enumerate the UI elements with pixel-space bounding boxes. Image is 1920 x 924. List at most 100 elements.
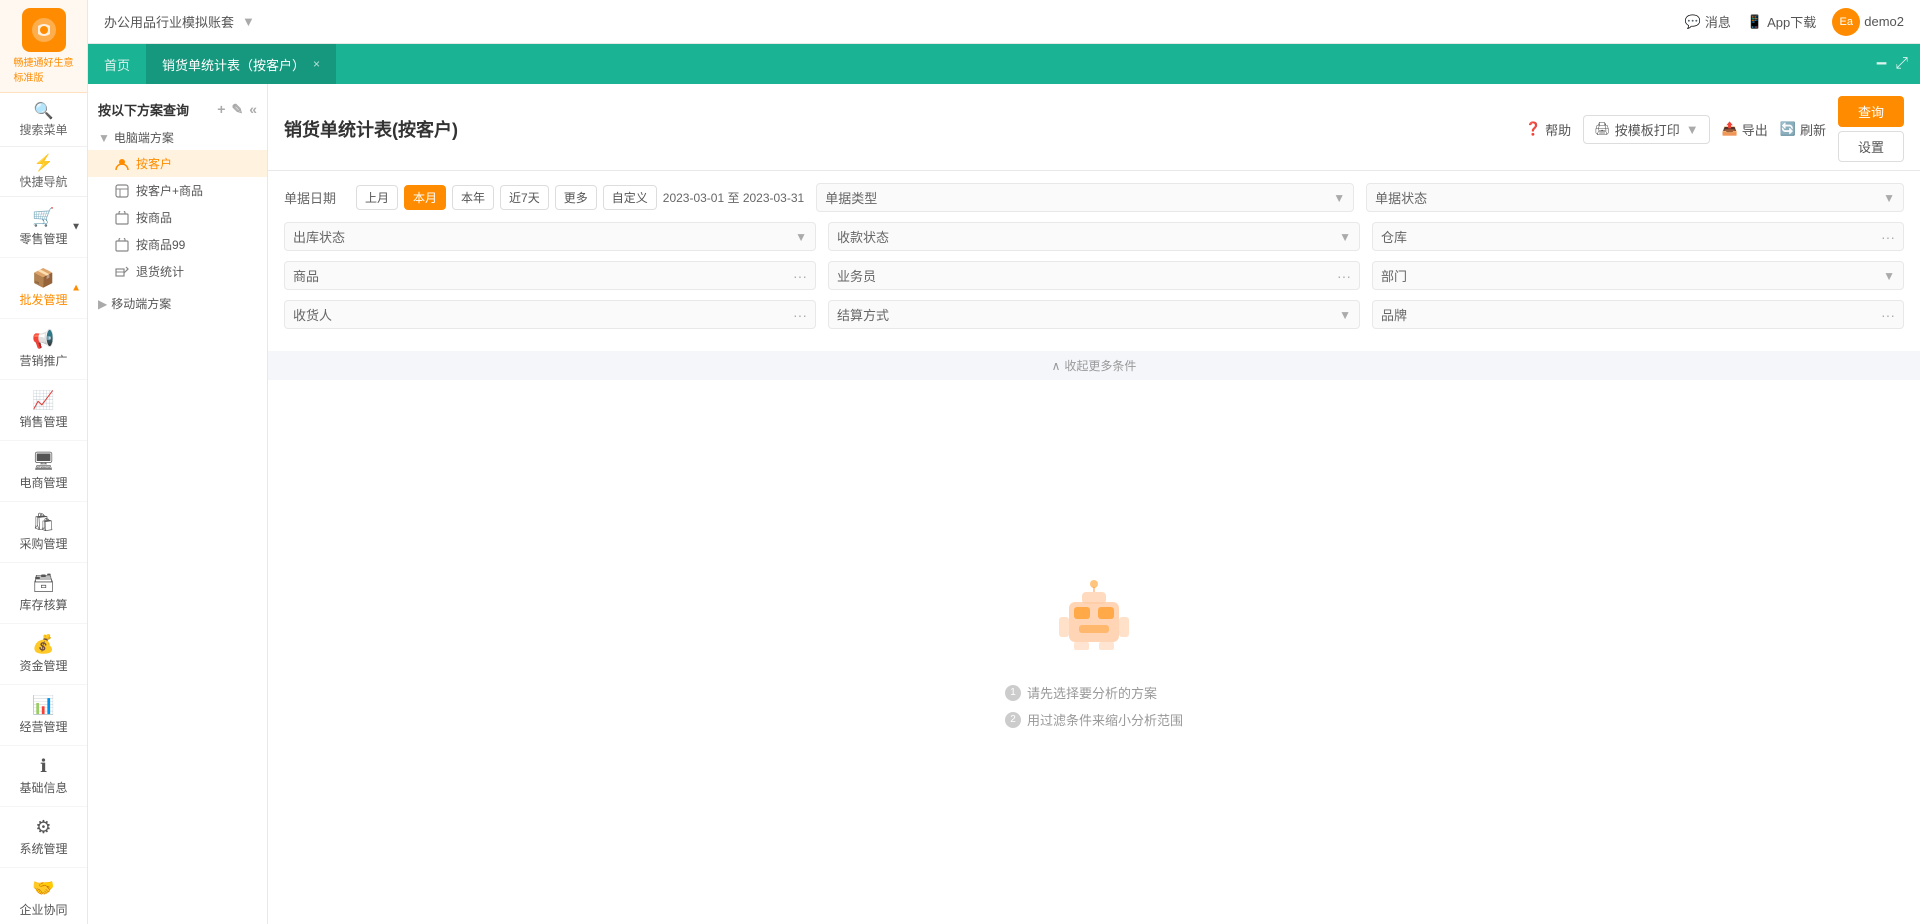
- tip2-num: 2: [1005, 712, 1021, 728]
- add-scheme-btn[interactable]: +: [217, 101, 225, 118]
- returns-icon: [114, 264, 130, 280]
- sidebar-item-quicknav[interactable]: ⚡ 快捷导航: [0, 147, 87, 197]
- scheme-item-goods[interactable]: 按商品: [88, 204, 267, 231]
- sidebar-item-operations[interactable]: 📊 经营管理: [0, 685, 87, 746]
- out-status-arrow: ▼: [795, 230, 807, 244]
- collab-icon: 🤝: [32, 878, 54, 899]
- system-icon: ⚙: [35, 817, 51, 838]
- sales-icon: 📈: [32, 390, 54, 411]
- help-icon: ❓: [1525, 121, 1541, 137]
- warehouse-field[interactable]: 仓库 ···: [1372, 222, 1904, 251]
- page-title: 销货单统计表(按客户): [284, 116, 458, 142]
- out-status-field[interactable]: 出库状态 ▼: [284, 222, 816, 251]
- salesperson-label: 业务员: [837, 266, 1337, 285]
- collapse-bar[interactable]: ∧ 收起更多条件: [268, 351, 1920, 380]
- date-btn-custom[interactable]: 自定义: [603, 185, 657, 210]
- breadcrumb-arrow: ▼: [242, 14, 255, 29]
- scheme-panel-header: 按以下方案查询 + ✎ «: [88, 94, 267, 125]
- date-btn-7days[interactable]: 近7天: [500, 185, 549, 210]
- user-menu[interactable]: Ea demo2: [1832, 8, 1904, 36]
- tip1-num: 1: [1005, 685, 1021, 701]
- print-btn[interactable]: 🖨 按模板打印 ▼: [1583, 115, 1709, 144]
- message-btn[interactable]: 💬 消息: [1685, 12, 1731, 31]
- sidebar-item-search[interactable]: 🔍 搜索菜单: [0, 93, 87, 147]
- export-btn[interactable]: 📤 导出: [1722, 120, 1768, 139]
- mobile-group-title[interactable]: ▶ 移动端方案: [88, 291, 267, 316]
- mobile-scheme-group: ▶ 移动端方案: [88, 291, 267, 316]
- tab-bar: 首页 销货单统计表（按客户） × 🗕 ⤢: [88, 44, 1920, 84]
- receiver-dots[interactable]: ···: [793, 307, 807, 323]
- sidebar-item-collab[interactable]: 🤝 企业协同: [0, 868, 87, 924]
- doc-type-field[interactable]: 单据类型 ▼: [816, 183, 1354, 212]
- scheme-item-returns[interactable]: 退货统计: [88, 258, 267, 285]
- date-btn-last-month[interactable]: 上月: [356, 185, 398, 210]
- purchase-icon: 🛍: [32, 512, 55, 533]
- scheme-panel: 按以下方案查询 + ✎ « ▼ 电脑端方案 按客户: [88, 84, 268, 924]
- status-filter-group: 出库状态 ▼ 收款状态 ▼ 仓库 ···: [284, 222, 1904, 251]
- tab-minimize-btn[interactable]: 🗕: [1876, 51, 1887, 78]
- sidebar-item-sales[interactable]: 📈 销售管理: [0, 380, 87, 441]
- extra-filter-group: 收货人 ··· 结算方式 ▼ 品牌 ···: [284, 300, 1904, 329]
- doctype-filter-group: 单据类型 ▼ 单据状态 ▼: [816, 183, 1904, 212]
- brand-field[interactable]: 品牌 ···: [1372, 300, 1904, 329]
- tab-home[interactable]: 首页: [88, 44, 146, 84]
- empty-tips: 1 请先选择要分析的方案 2 用过滤条件来缩小分析范围: [1005, 683, 1183, 737]
- salesperson-field[interactable]: 业务员 ···: [828, 261, 1360, 290]
- receipt-status-arrow: ▼: [1339, 230, 1351, 244]
- goods-field[interactable]: 商品 ···: [284, 261, 816, 290]
- top-header: 办公用品行业模拟账套 ▼ 💬 消息 📱 App下载 Ea demo2: [88, 0, 1920, 44]
- receipt-status-field[interactable]: 收款状态 ▼: [828, 222, 1360, 251]
- refresh-btn[interactable]: 🔄 刷新: [1780, 120, 1826, 139]
- active-tab-label: 销货单统计表（按客户）: [162, 55, 305, 74]
- collapse-panel-btn[interactable]: «: [249, 101, 257, 118]
- dept-field[interactable]: 部门 ▼: [1372, 261, 1904, 290]
- app-download-btn[interactable]: 📱 App下载: [1747, 12, 1816, 31]
- scheme-item-customer[interactable]: 按客户: [88, 150, 267, 177]
- sidebar-item-purchase[interactable]: 🛍 采购管理: [0, 502, 87, 563]
- tip2-text: 用过滤条件来缩小分析范围: [1027, 710, 1183, 729]
- goods-dots[interactable]: ···: [793, 268, 807, 284]
- filter-section: 单据日期 上月 本月 本年 近7天 更多 自定义 2023-03-01 至 20…: [268, 171, 1920, 351]
- filter-row-1: 单据日期 上月 本月 本年 近7天 更多 自定义 2023-03-01 至 20…: [284, 183, 1904, 212]
- retail-arrow: ▼: [71, 222, 81, 233]
- date-range-text: 2023-03-01 至 2023-03-31: [663, 189, 804, 206]
- sidebar-item-retail[interactable]: 🛒 零售管理 ▼: [0, 197, 87, 258]
- tab-active[interactable]: 销货单统计表（按客户） ×: [146, 44, 336, 84]
- sidebar-item-ecommerce[interactable]: 🖥 电商管理: [0, 441, 87, 502]
- date-btn-more[interactable]: 更多: [555, 185, 597, 210]
- operations-icon: 📊: [32, 695, 54, 716]
- scheme-item-goods99[interactable]: 按商品99: [88, 231, 267, 258]
- goods99-icon: [114, 237, 130, 253]
- scheme-panel-actions: + ✎ «: [217, 101, 257, 118]
- date-btn-this-month[interactable]: 本月: [404, 185, 446, 210]
- sidebar-item-marketing[interactable]: 📢 营销推广: [0, 319, 87, 380]
- collapse-label: 收起更多条件: [1064, 357, 1136, 374]
- scheme-item-customer-goods[interactable]: 按客户+商品: [88, 177, 267, 204]
- help-btn[interactable]: ❓ 帮助: [1525, 120, 1571, 139]
- warehouse-dots[interactable]: ···: [1881, 229, 1895, 245]
- sidebar-item-basics[interactable]: ℹ 基础信息: [0, 746, 87, 807]
- receiver-field[interactable]: 收货人 ···: [284, 300, 816, 329]
- tab-maximize-btn[interactable]: ⤢: [1895, 55, 1908, 73]
- brand-dots[interactable]: ···: [1881, 307, 1895, 323]
- desktop-group-title[interactable]: ▼ 电脑端方案: [88, 125, 267, 150]
- sidebar-item-finance[interactable]: 💰 资金管理: [0, 624, 87, 685]
- doc-status-field[interactable]: 单据状态 ▼: [1366, 183, 1904, 212]
- tab-close-btn[interactable]: ×: [313, 57, 320, 71]
- refresh-icon: 🔄: [1780, 121, 1796, 137]
- payment-field[interactable]: 结算方式 ▼: [828, 300, 1360, 329]
- header-actions: 💬 消息 📱 App下载 Ea demo2: [1685, 8, 1904, 36]
- doc-status-arrow: ▼: [1883, 191, 1895, 205]
- date-btn-this-year[interactable]: 本年: [452, 185, 494, 210]
- salesperson-dots[interactable]: ···: [1337, 268, 1351, 284]
- sidebar-item-wholesale[interactable]: 📦 批发管理 ▲: [0, 258, 87, 319]
- export-icon: 📤: [1722, 121, 1738, 137]
- settings-button[interactable]: 设置: [1838, 131, 1904, 162]
- query-button[interactable]: 查询: [1838, 96, 1904, 127]
- sidebar-item-system[interactable]: ⚙ 系统管理: [0, 807, 87, 868]
- sidebar-item-inventory[interactable]: 🗃 库存核算: [0, 563, 87, 624]
- brand-label: 品牌: [1381, 305, 1881, 324]
- dept-arrow: ▼: [1883, 269, 1895, 283]
- edit-scheme-btn[interactable]: ✎: [231, 101, 243, 118]
- sidebar: 畅捷通好生意 标准版 🔍 搜索菜单 ⚡ 快捷导航 🛒 零售管理 ▼ 📦 批发管理…: [0, 0, 88, 924]
